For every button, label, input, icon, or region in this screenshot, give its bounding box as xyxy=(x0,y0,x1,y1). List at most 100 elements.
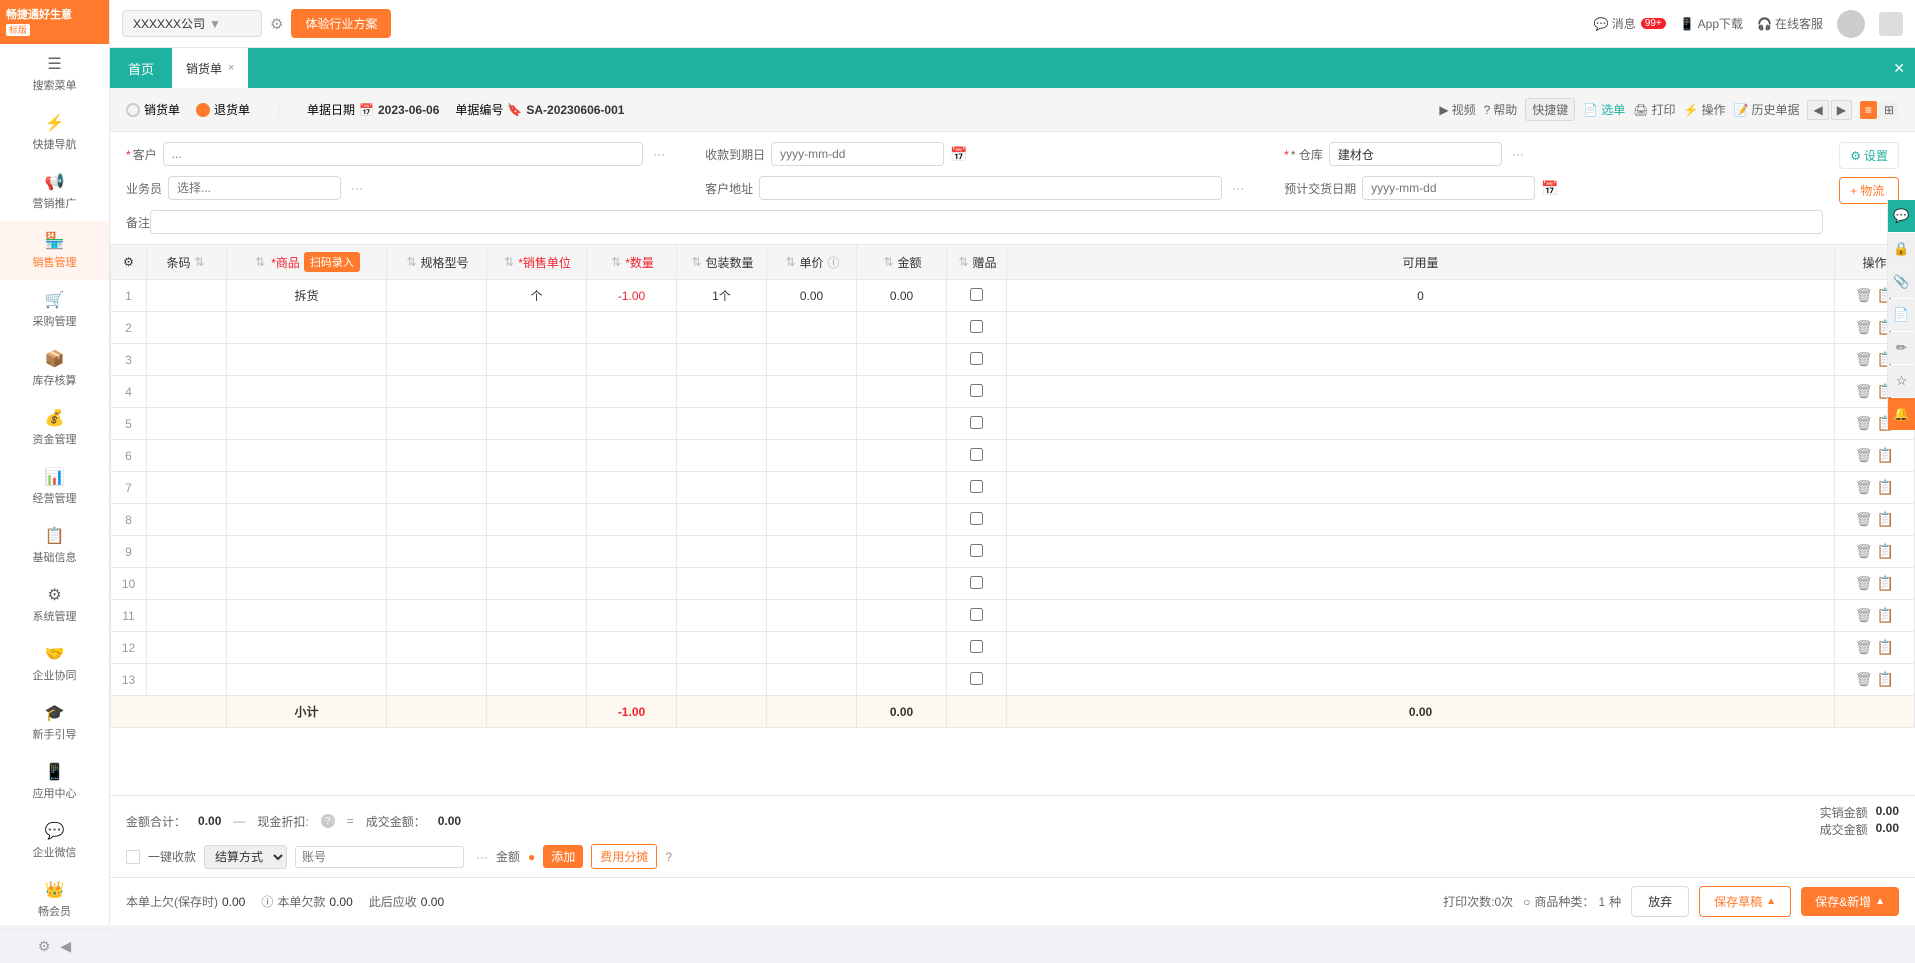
radio-return-order[interactable]: 退货单 xyxy=(196,101,250,118)
salesperson-input[interactable] xyxy=(168,176,341,200)
delete-icon-1[interactable]: 🗑 xyxy=(1855,287,1873,304)
spec-sort-icon[interactable]: ⇅ xyxy=(406,255,416,269)
customer-input[interactable] xyxy=(163,142,643,166)
row-1-unit[interactable]: 个 xyxy=(487,280,587,312)
sidebar-item-sales[interactable]: 🏪 销售管理 xyxy=(0,221,109,280)
customer-addr-dots-icon[interactable]: ··· xyxy=(1232,181,1244,195)
right-btn-2[interactable]: 🔒 xyxy=(1887,233,1915,265)
video-btn[interactable]: ▶ 视频 xyxy=(1439,101,1475,118)
warehouse-dots-icon[interactable]: ··· xyxy=(1512,147,1524,161)
r2-gift-cb[interactable] xyxy=(970,320,983,333)
calendar-icon[interactable]: 📅 xyxy=(359,103,374,117)
account-dots-icon[interactable]: ··· xyxy=(476,850,488,864)
del-3[interactable]: 🗑 xyxy=(1855,351,1873,368)
debit-info-icon[interactable]: ⓘ xyxy=(261,893,273,910)
discard-button[interactable]: 放弃 xyxy=(1631,886,1689,917)
sidebar-item-finance[interactable]: 💰 资金管理 xyxy=(0,398,109,457)
sidebar-item-purchase[interactable]: 🛒 采购管理 xyxy=(0,280,109,339)
r6-gift-cb[interactable] xyxy=(970,448,983,461)
qty-sort-icon[interactable]: ⇅ xyxy=(611,255,621,269)
close-all-tabs-icon[interactable]: ✕ xyxy=(1893,60,1905,76)
r2c8[interactable] xyxy=(857,312,947,344)
right-btn-7[interactable]: 🔔 xyxy=(1887,398,1915,430)
del-11[interactable]: 🗑 xyxy=(1855,607,1873,624)
topbar-gear-icon[interactable]: ⚙ xyxy=(270,15,283,33)
settings-icon-small[interactable]: ⚙ xyxy=(38,938,51,955)
copy-13[interactable]: 📋 xyxy=(1877,671,1894,688)
action-btn[interactable]: ⚡ 操作 xyxy=(1684,101,1726,118)
history-btn[interactable]: 📝 历史单据 xyxy=(1733,101,1799,118)
row-1-barcode[interactable] xyxy=(147,280,227,312)
prev-arrow[interactable]: ◀ xyxy=(1807,100,1828,120)
trial-button[interactable]: 体验行业方案 xyxy=(291,9,391,38)
avatar[interactable] xyxy=(1837,10,1865,38)
del-12[interactable]: 🗑 xyxy=(1855,639,1873,656)
row-1-qty[interactable]: -1.00 xyxy=(587,280,677,312)
pkg-sort-icon[interactable]: ⇅ xyxy=(691,255,701,269)
r2c6[interactable] xyxy=(677,312,767,344)
help-btn[interactable]: ? 帮助 xyxy=(1484,101,1518,118)
sidebar-item-shortcuts[interactable]: ⚡ 快捷导航 xyxy=(0,103,109,162)
sidebar-item-inventory[interactable]: 📦 库存核算 xyxy=(0,339,109,398)
r2c2[interactable] xyxy=(227,312,387,344)
del-9[interactable]: 🗑 xyxy=(1855,543,1873,560)
shortcut-btn[interactable]: 快捷键 xyxy=(1525,98,1575,121)
app-download-nav[interactable]: 📱 App下载 xyxy=(1680,15,1743,32)
remarks-input[interactable] xyxy=(150,210,1823,234)
due-date-calendar-icon[interactable]: 📅 xyxy=(950,146,967,163)
r12-gift-cb[interactable] xyxy=(970,640,983,653)
settle-method-select[interactable]: 结算方式 xyxy=(204,845,287,869)
online-service-nav[interactable]: 🎧 在线客服 xyxy=(1757,15,1823,32)
amount-sort-icon[interactable]: ⇅ xyxy=(883,255,893,269)
row-1-amount[interactable]: 0.00 xyxy=(857,280,947,312)
del-5[interactable]: 🗑 xyxy=(1855,415,1873,432)
settings-button[interactable]: ⚙ 设置 xyxy=(1839,142,1899,169)
gift-sort-icon[interactable]: ⇅ xyxy=(958,255,968,269)
barcode-icon[interactable]: 🔖 xyxy=(507,103,522,117)
product-sort-icon[interactable]: ⇅ xyxy=(255,255,265,269)
scan-button[interactable]: 扫码录入 xyxy=(304,252,360,272)
user-menu-icon[interactable] xyxy=(1879,12,1903,36)
del-13[interactable]: 🗑 xyxy=(1855,671,1873,688)
row-1-product[interactable]: 拆货 xyxy=(227,280,387,312)
copy-12[interactable]: 📋 xyxy=(1877,639,1894,656)
r2c9[interactable] xyxy=(947,312,1007,344)
del-7[interactable]: 🗑 xyxy=(1855,479,1873,496)
company-selector[interactable]: XXXXXX公司 ▼ xyxy=(122,10,262,37)
sidebar-item-operations[interactable]: 📊 经营管理 xyxy=(0,457,109,516)
del-4[interactable]: 🗑 xyxy=(1855,383,1873,400)
collapse-icon[interactable]: ◀ xyxy=(60,938,71,955)
grid-view-btn[interactable]: ⊞ xyxy=(1879,101,1899,119)
sidebar-item-guide[interactable]: 🎓 新手引导 xyxy=(0,693,109,752)
row-1-gift[interactable] xyxy=(947,280,1007,312)
right-btn-6[interactable]: ☆ xyxy=(1887,365,1915,397)
list-view-btn[interactable]: ≡ xyxy=(1860,101,1877,119)
sidebar-item-marketing[interactable]: 📢 营销推广 xyxy=(0,162,109,221)
sidebar-item-vip[interactable]: 👑 畅会员 xyxy=(0,870,109,929)
sidebar-item-basic[interactable]: 📋 基础信息 xyxy=(0,516,109,575)
r7-gift-cb[interactable] xyxy=(970,480,983,493)
r5-gift-cb[interactable] xyxy=(970,416,983,429)
price-sort-icon[interactable]: ⇅ xyxy=(785,255,795,269)
radio-sales-order[interactable]: 销货单 xyxy=(126,101,180,118)
right-btn-1[interactable]: 💬 xyxy=(1887,200,1915,232)
next-arrow[interactable]: ▶ xyxy=(1831,100,1852,120)
choose-order-btn[interactable]: 📄 选单 xyxy=(1583,101,1625,118)
tab-home[interactable]: 首页 xyxy=(110,48,172,88)
customer-dots-icon[interactable]: ··· xyxy=(653,147,665,161)
expense-split-button[interactable]: 费用分摊 xyxy=(591,844,657,869)
table-gear-icon[interactable]: ⚙ xyxy=(123,255,134,269)
customer-addr-input[interactable] xyxy=(759,176,1222,200)
tab-close-icon[interactable]: × xyxy=(228,62,234,74)
row-1-price[interactable]: 0.00 xyxy=(767,280,857,312)
copy-6[interactable]: 📋 xyxy=(1877,447,1894,464)
sidebar-item-collab[interactable]: 🤝 企业协同 xyxy=(0,634,109,693)
r10-gift-cb[interactable] xyxy=(970,576,983,589)
copy-7[interactable]: 📋 xyxy=(1877,479,1894,496)
copy-10[interactable]: 📋 xyxy=(1877,575,1894,592)
barcode-sort-icon[interactable]: ⇅ xyxy=(194,255,204,269)
copy-8[interactable]: 📋 xyxy=(1877,511,1894,528)
sidebar-item-wechat[interactable]: 💬 企业微信 xyxy=(0,811,109,870)
account-input[interactable] xyxy=(295,846,464,868)
row-1-gift-checkbox[interactable] xyxy=(970,288,983,301)
